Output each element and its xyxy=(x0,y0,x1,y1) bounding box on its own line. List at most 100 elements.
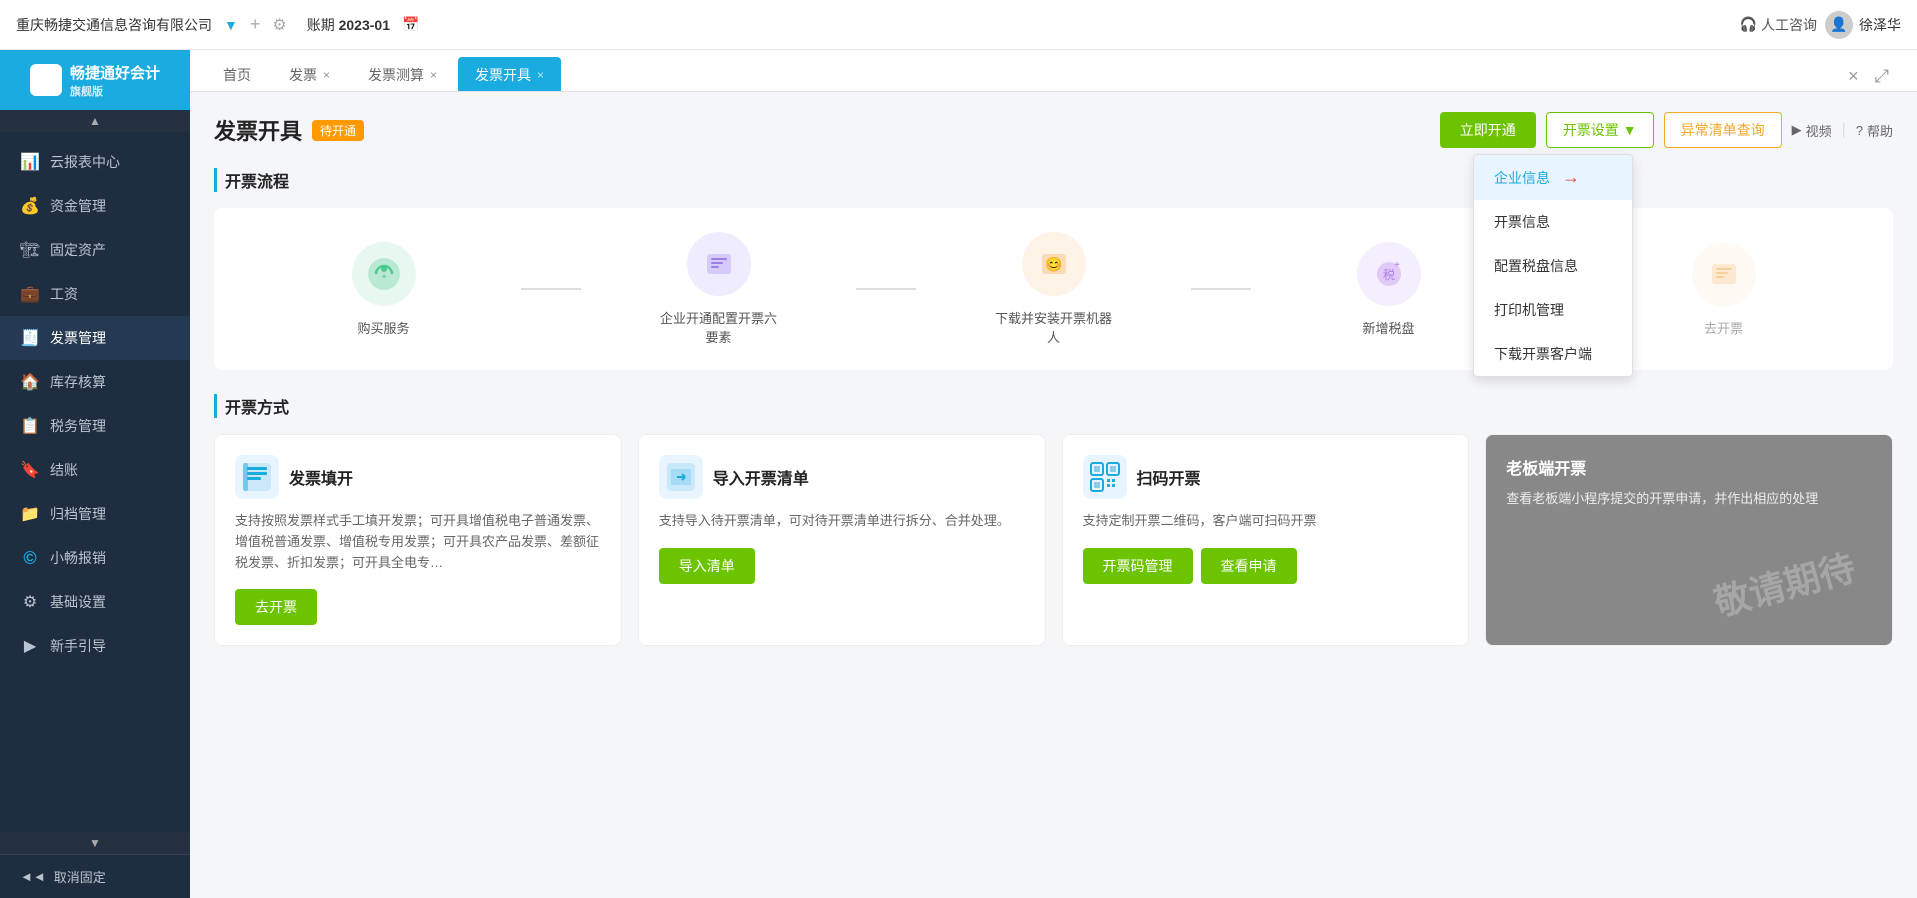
top-bar-actions: 🎧 人工咨询 👤 徐泽华 xyxy=(1740,11,1901,39)
tab-invoice-open[interactable]: 发票开具 × xyxy=(458,57,561,91)
company-name[interactable]: 重庆畅捷交通信息咨询有限公司 xyxy=(16,15,212,35)
sidebar-item-salary[interactable]: 💼 工资 xyxy=(0,272,190,316)
method-card-scan: 扫码开票 支持定制开票二维码，客户端可扫码开票 开票码管理 查看申请 xyxy=(1062,434,1470,646)
method-card-boss: 老板端开票 查看老板端小程序提交的开票申请，并作出相应的处理 敬请期待 xyxy=(1485,434,1893,646)
step-connector xyxy=(1191,288,1251,290)
page-actions: 立即开通 开票设置 ▼ 异常清单查询 ▶ 视频 | ? 帮助 xyxy=(1440,112,1893,148)
boss-card-inner: 老板端开票 查看老板端小程序提交的开票申请，并作出相应的处理 敬请期待 xyxy=(1506,455,1872,625)
basic-settings-icon: ⚙ xyxy=(20,592,40,612)
sidebar-label: 固定资产 xyxy=(50,240,106,260)
svg-text:+: + xyxy=(381,272,387,283)
sidebar-item-fixed-assets[interactable]: 🏗 固定资产 xyxy=(0,228,190,272)
sidebar-item-guide[interactable]: ▶ 新手引导 xyxy=(0,624,190,668)
status-badge: 待开通 xyxy=(312,120,364,141)
tab-bar: 首页 发票 × 发票测算 × 发票开具 × × ⤢ xyxy=(190,50,1917,92)
dropdown-printer[interactable]: 打印机管理 xyxy=(1474,288,1632,332)
user-info: 👤 徐泽华 xyxy=(1825,11,1901,39)
tab-invoice-open-close[interactable]: × xyxy=(537,68,544,82)
flow-section: 开票流程 + 购买服务 xyxy=(214,168,1893,370)
flow-steps: + 购买服务 xyxy=(214,208,1893,370)
view-apply-btn[interactable]: 查看申请 xyxy=(1201,548,1297,584)
settings-dropdown: 企业信息 → 开票信息 配置税盘信息 打印机管理 下 xyxy=(1473,154,1633,377)
scroll-down-btn[interactable]: ▼ xyxy=(0,832,190,854)
step-buy-icon: + xyxy=(352,242,416,306)
tab-invoice-close[interactable]: × xyxy=(323,68,330,82)
tab-invoice-label: 发票 xyxy=(289,65,317,85)
divider: | xyxy=(1842,121,1846,139)
add-company-btn[interactable]: + xyxy=(250,14,261,35)
qr-mgmt-btn[interactable]: 开票码管理 xyxy=(1083,548,1193,584)
settings-icon[interactable]: ⚙ xyxy=(272,15,286,35)
page-header: 发票开具 待开通 立即开通 开票设置 ▼ 异常清单查询 ▶ 视频 | xyxy=(214,112,1893,148)
sidebar-item-cloud-report[interactable]: 📊 云报表中心 xyxy=(0,140,190,184)
dropdown-invoice-info[interactable]: 开票信息 xyxy=(1474,200,1632,244)
sidebar-items: 📊 云报表中心 💰 资金管理 🏗 固定资产 💼 工资 🧾 发票管理 🏠 xyxy=(0,132,190,832)
sidebar-item-xiaochang[interactable]: © 小畅报销 xyxy=(0,536,190,580)
sidebar-item-capital[interactable]: 💰 资金管理 xyxy=(0,184,190,228)
guide-icon: ▶ xyxy=(20,636,40,656)
sidebar-cancel-pin[interactable]: ◄◄ 取消固定 xyxy=(0,854,190,898)
method-icon-import xyxy=(659,455,703,499)
consult-btn[interactable]: 🎧 人工咨询 xyxy=(1740,15,1817,35)
calendar-icon[interactable]: 📅 xyxy=(402,16,419,33)
step-connector xyxy=(521,288,581,290)
sidebar-item-archive[interactable]: 📁 归档管理 xyxy=(0,492,190,536)
tab-controls: × ⤢ xyxy=(1844,62,1901,91)
methods-section: 开票方式 xyxy=(214,394,1893,646)
dropdown-company-info[interactable]: 企业信息 → xyxy=(1474,155,1632,200)
maximize-window-btn[interactable]: ⤢ xyxy=(1871,62,1893,91)
step-download-label: 下载并安装开票机器人 xyxy=(994,308,1114,346)
method-desc-scan: 支持定制开票二维码，客户端可扫码开票 xyxy=(1083,511,1449,532)
tab-invoice[interactable]: 发票 × xyxy=(272,57,347,91)
method-header-import: 导入开票清单 xyxy=(659,455,1025,499)
play-icon: ▶ xyxy=(1792,122,1802,138)
flow-section-title: 开票流程 xyxy=(214,168,1893,192)
sidebar-item-tax[interactable]: 📋 税务管理 xyxy=(0,404,190,448)
methods-grid: 发票填开 支持按照发票样式手工填开发票；可开具增值税电子普通发票、增值税普通发票… xyxy=(214,434,1893,646)
boss-card-title: 老板端开票 xyxy=(1506,455,1872,479)
method-title-import: 导入开票清单 xyxy=(713,465,809,489)
dropdown-tax-disk[interactable]: 配置税盘信息 xyxy=(1474,244,1632,288)
period-label: 账期 2023-01 xyxy=(307,15,390,35)
chevron-down-icon: ▼ xyxy=(1623,122,1637,138)
dropdown-download-client[interactable]: 下载开票客户端 xyxy=(1474,332,1632,376)
invoice-mgmt-icon: 🧾 xyxy=(20,328,40,348)
exception-btn[interactable]: 异常清单查询 xyxy=(1664,112,1782,148)
flow-step-download: 😊 下载并安装开票机器人 xyxy=(916,232,1191,346)
tab-invoice-calc[interactable]: 发票测算 × xyxy=(351,57,454,91)
scroll-up-btn[interactable]: ▲ xyxy=(0,110,190,132)
settings-btn[interactable]: 开票设置 ▼ xyxy=(1546,112,1654,148)
step-disk-label: 新增税盘 xyxy=(1362,318,1414,337)
flow-step-buy: + 购买服务 xyxy=(246,242,521,337)
logo-icon: ☁ xyxy=(30,64,62,96)
page-content: 发票开具 待开通 立即开通 开票设置 ▼ 异常清单查询 ▶ 视频 | xyxy=(190,92,1917,898)
logo-text: 畅捷通好会计 xyxy=(70,62,160,83)
top-bar: 重庆畅捷交通信息咨询有限公司 ▼ + ⚙ 账期 2023-01 📅 🎧 人工咨询… xyxy=(0,0,1917,50)
sidebar-item-invoice-mgmt[interactable]: 🧾 发票管理 xyxy=(0,316,190,360)
svg-text:😊: 😊 xyxy=(1045,256,1062,272)
dropdown-icon[interactable]: ▼ xyxy=(224,17,238,33)
method-card-manual: 发票填开 支持按照发票样式手工填开发票；可开具增值税电子普通发票、增值税普通发票… xyxy=(214,434,622,646)
step-buy-label: 购买服务 xyxy=(357,318,409,337)
dropdown-item-label: 配置税盘信息 xyxy=(1494,256,1578,276)
method-header-manual: 发票填开 xyxy=(235,455,601,499)
sidebar-item-basic-settings[interactable]: ⚙ 基础设置 xyxy=(0,580,190,624)
sidebar-label: 结账 xyxy=(50,460,78,480)
dropdown-item-label: 下载开票客户端 xyxy=(1494,344,1592,364)
sidebar-item-settlement[interactable]: 🔖 结账 xyxy=(0,448,190,492)
sidebar-label: 库存核算 xyxy=(50,372,106,392)
help-btn[interactable]: ? 帮助 xyxy=(1856,121,1893,140)
import-list-btn[interactable]: 导入清单 xyxy=(659,548,755,584)
tab-home[interactable]: 首页 xyxy=(206,57,268,91)
settlement-icon: 🔖 xyxy=(20,460,40,480)
sidebar-logo: ☁ 畅捷通好会计 旗舰版 xyxy=(0,50,190,110)
open-btn[interactable]: 立即开通 xyxy=(1440,112,1536,148)
cloud-report-icon: 📊 xyxy=(20,152,40,172)
video-btn[interactable]: ▶ 视频 xyxy=(1792,121,1832,140)
tax-icon: 📋 xyxy=(20,416,40,436)
sidebar-label: 归档管理 xyxy=(50,504,106,524)
close-window-btn[interactable]: × xyxy=(1844,62,1863,91)
tab-invoice-calc-close[interactable]: × xyxy=(430,68,437,82)
sidebar-item-inventory[interactable]: 🏠 库存核算 xyxy=(0,360,190,404)
go-invoice-btn[interactable]: 去开票 xyxy=(235,589,317,625)
